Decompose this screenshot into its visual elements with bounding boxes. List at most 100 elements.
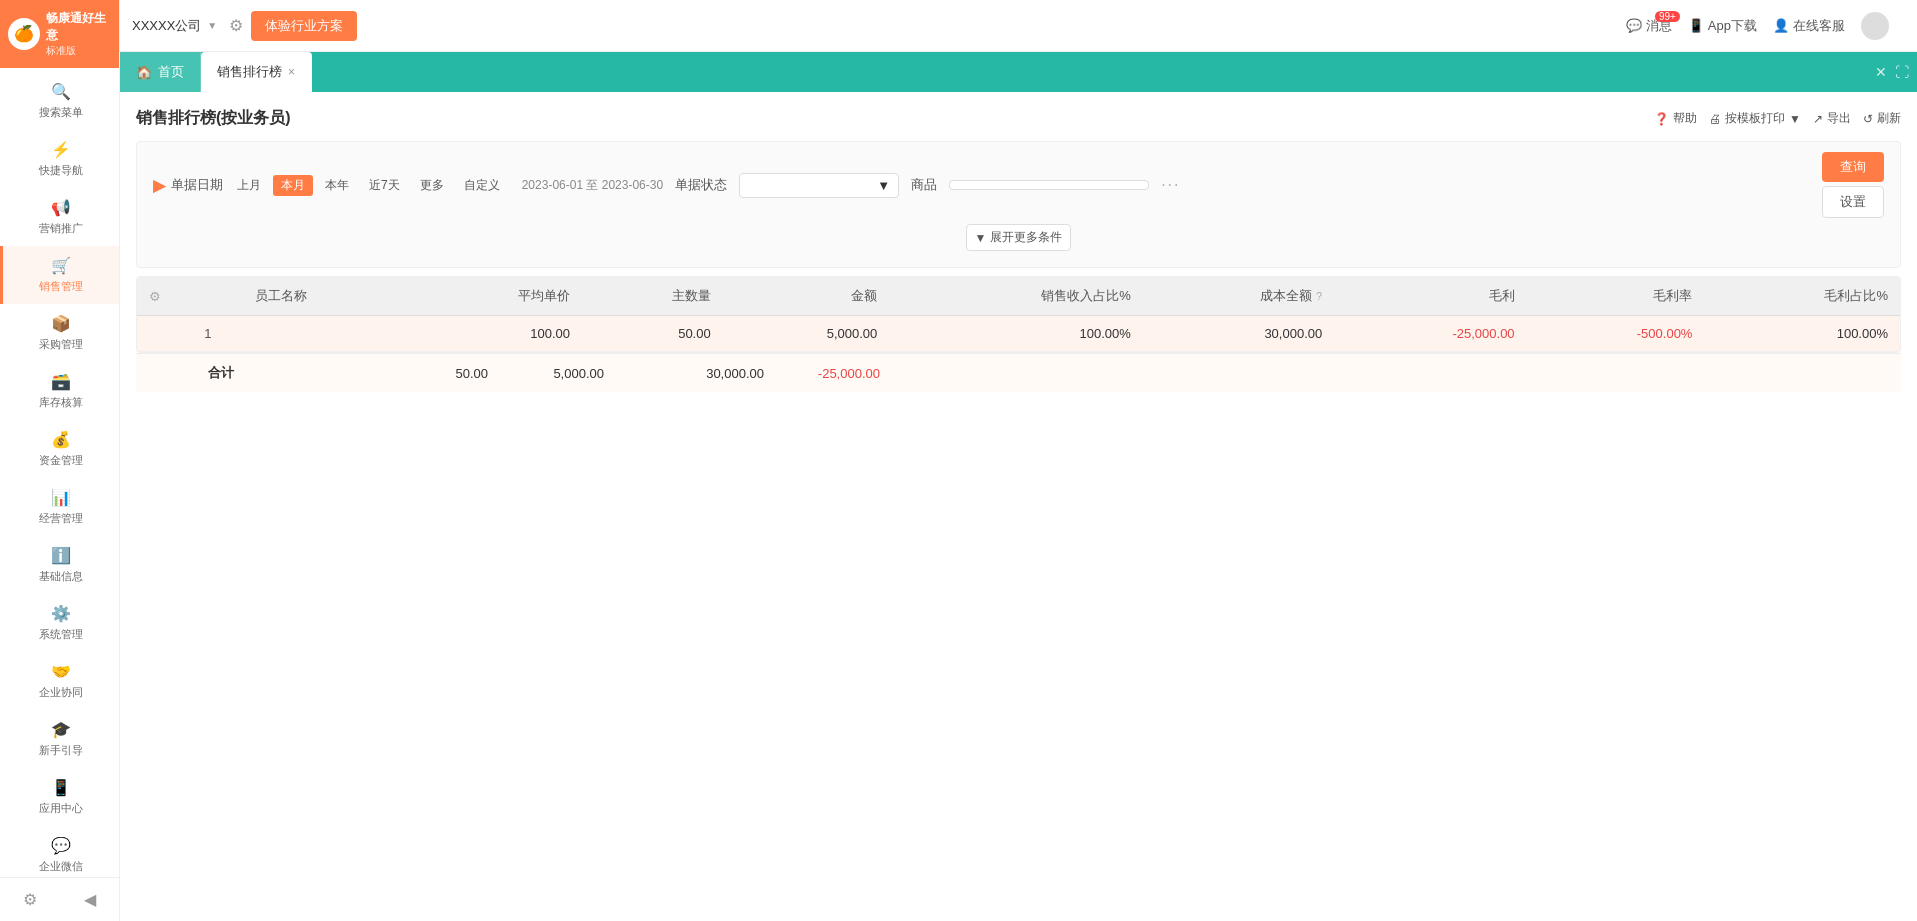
sidebar-item-label: 资金管理	[39, 453, 83, 468]
sidebar-item-label: 库存核算	[39, 395, 83, 410]
sidebar-item-inventory[interactable]: 🗃️ 库存核算	[0, 362, 119, 420]
sidebar-item-search[interactable]: 🔍 搜索菜单	[0, 72, 119, 130]
date-tab-thismonth[interactable]: 本月	[273, 175, 313, 196]
guide-icon: 🎓	[51, 720, 71, 739]
help-link[interactable]: ❓ 帮助	[1654, 110, 1697, 127]
tab-close-icon[interactable]: ×	[288, 65, 295, 79]
management-icon: 📊	[51, 488, 71, 507]
collab-icon: 🤝	[51, 662, 71, 681]
trial-button[interactable]: 体验行业方案	[251, 11, 357, 41]
sidebar-item-sales[interactable]: 🛒 销售管理	[0, 246, 119, 304]
sidebar-item-label: 营销推广	[39, 221, 83, 236]
date-tab-7days[interactable]: 近7天	[361, 175, 408, 196]
refresh-label: 刷新	[1877, 110, 1901, 127]
tab-active-label: 销售排行榜	[217, 63, 282, 81]
sidebar-item-system[interactable]: ⚙️ 系统管理	[0, 594, 119, 652]
filter-bar: ▶ 单据日期 上月 本月 本年 近7天 更多 自定义 2023-06-01 至 …	[136, 141, 1901, 268]
expand-label: 展开更多条件	[990, 229, 1062, 246]
refresh-button[interactable]: ↺ 刷新	[1863, 110, 1901, 127]
date-tab-custom[interactable]: 自定义	[456, 175, 508, 196]
online-service-button[interactable]: 👤 在线客服	[1773, 17, 1845, 35]
tabbar: 🏠 首页 销售排行榜 × ✕ ⛶	[120, 52, 1917, 92]
export-button[interactable]: ↗ 导出	[1813, 110, 1851, 127]
app-label: App下载	[1708, 17, 1757, 35]
sidebar-item-guide[interactable]: 🎓 新手引导	[0, 710, 119, 768]
sidebar-nav: 🔍 搜索菜单 ⚡ 快捷导航 📢 营销推广 🛒 销售管理 📦 采购管理 🗃️ 库存…	[0, 68, 119, 877]
sidebar-item-label: 搜索菜单	[39, 105, 83, 120]
refresh-icon: ↺	[1863, 112, 1873, 126]
page-header: 销售排行榜(按业务员) ❓ 帮助 🖨 按模板打印 ▼ ↗ 导出	[136, 108, 1901, 129]
filter-row-1: ▶ 单据日期 上月 本月 本年 近7天 更多 自定义 2023-06-01 至 …	[153, 152, 1884, 218]
topbar-right: 💬 消息 99+ 📱 App下载 👤 在线客服	[1626, 12, 1905, 40]
settings-button[interactable]: 设置	[1822, 186, 1884, 218]
sidebar-item-collab[interactable]: 🤝 企业协同	[0, 652, 119, 710]
footer-label: 合计	[208, 364, 328, 382]
logo-icon: 🍊	[8, 18, 40, 50]
export-icon: ↗	[1813, 112, 1823, 126]
date-tab-lastmonth[interactable]: 上月	[229, 175, 269, 196]
td-avg-price: 100.00	[412, 316, 582, 352]
th-settings[interactable]: ⚙	[137, 277, 173, 316]
sidebar-item-label: 应用中心	[39, 801, 83, 816]
th-rank	[173, 277, 243, 316]
status-select-arrow-icon: ▼	[877, 178, 890, 193]
app-icon: 📱	[1688, 18, 1704, 33]
app-version: 标准版	[46, 44, 111, 58]
sidebar-item-label: 快捷导航	[39, 163, 83, 178]
app-download-button[interactable]: 📱 App下载	[1688, 17, 1757, 35]
print-button[interactable]: 🖨 按模板打印 ▼	[1709, 110, 1801, 127]
tab-sales-ranking[interactable]: 销售排行榜 ×	[201, 52, 312, 92]
sidebar-item-purchase[interactable]: 📦 采购管理	[0, 304, 119, 362]
sidebar-item-wechat[interactable]: 💬 企业微信	[0, 826, 119, 877]
print-label: 按模板打印	[1725, 110, 1785, 127]
sidebar-item-label: 经营管理	[39, 511, 83, 526]
company-selector[interactable]: XXXXX公司 ▼	[132, 17, 217, 35]
service-label: 在线客服	[1793, 17, 1845, 35]
tab-home[interactable]: 🏠 首页	[120, 52, 201, 92]
sidebar-item-marketing[interactable]: 📢 营销推广	[0, 188, 119, 246]
date-tab-thisyear[interactable]: 本年	[317, 175, 357, 196]
sidebar-item-label: 新手引导	[39, 743, 83, 758]
td-sales-pct: 100.00%	[889, 316, 1143, 352]
td-gross-rate: -500.00%	[1527, 316, 1705, 352]
user-avatar[interactable]	[1861, 12, 1889, 40]
sidebar-item-quicknav[interactable]: ⚡ 快捷导航	[0, 130, 119, 188]
status-select[interactable]: ▼	[739, 173, 899, 198]
wechat-icon: 💬	[51, 836, 71, 855]
topbar-settings-icon[interactable]: ⚙	[229, 16, 243, 35]
sidebar-item-label: 销售管理	[39, 279, 83, 294]
export-label: 导出	[1827, 110, 1851, 127]
expand-conditions-button[interactable]: ▼ 展开更多条件	[966, 224, 1072, 251]
help-label: 帮助	[1673, 110, 1697, 127]
system-icon: ⚙️	[51, 604, 71, 623]
message-button[interactable]: 💬 消息 99+	[1626, 17, 1672, 35]
cost-help-icon[interactable]: ?	[1316, 290, 1322, 302]
goods-more-icon[interactable]: ···	[1161, 176, 1180, 194]
sidebar-item-apps[interactable]: 📱 应用中心	[0, 768, 119, 826]
ranking-table: ⚙ 员工名称 平均单价 主数量 金额 销售收入占比% 成本全额 ? 毛利 毛利率…	[137, 277, 1900, 352]
table-row: 1 100.00 50.00 5,000.00 100.00% 30,000.0…	[137, 316, 1900, 352]
sidebar-collapse-icon[interactable]: ◀	[80, 886, 100, 913]
tabbar-close-icon[interactable]: ✕	[1875, 64, 1887, 80]
date-tabs: 上月 本月 本年 近7天 更多 自定义	[229, 175, 508, 196]
tabbar-expand-icon[interactable]: ⛶	[1895, 64, 1909, 80]
inventory-icon: 🗃️	[51, 372, 71, 391]
date-range-display: 2023-06-01 至 2023-06-30	[522, 177, 663, 194]
sidebar-item-finance[interactable]: 💰 资金管理	[0, 420, 119, 478]
main-area: XXXXX公司 ▼ ⚙ 体验行业方案 💬 消息 99+ 📱 App下载 👤 在线…	[120, 0, 1917, 921]
td-settings	[137, 316, 173, 352]
filter-collapse-icon[interactable]: ▶	[153, 176, 165, 195]
goods-select[interactable]	[949, 180, 1149, 190]
th-name: 员工名称	[243, 277, 413, 316]
table-footer: 合计 50.00 5,000.00 30,000.00 -25,000.00	[136, 353, 1901, 392]
date-tab-more[interactable]: 更多	[412, 175, 452, 196]
data-table: ⚙ 员工名称 平均单价 主数量 金额 销售收入占比% 成本全额 ? 毛利 毛利率…	[136, 276, 1901, 353]
marketing-icon: 📢	[51, 198, 71, 217]
query-button[interactable]: 查询	[1822, 152, 1884, 182]
sidebar-item-basic[interactable]: ℹ️ 基础信息	[0, 536, 119, 594]
sidebar-settings-icon[interactable]: ⚙	[19, 886, 41, 913]
sidebar-item-management[interactable]: 📊 经营管理	[0, 478, 119, 536]
quicknav-icon: ⚡	[51, 140, 71, 159]
td-qty: 50.00	[582, 316, 723, 352]
th-gross: 毛利	[1334, 277, 1526, 316]
